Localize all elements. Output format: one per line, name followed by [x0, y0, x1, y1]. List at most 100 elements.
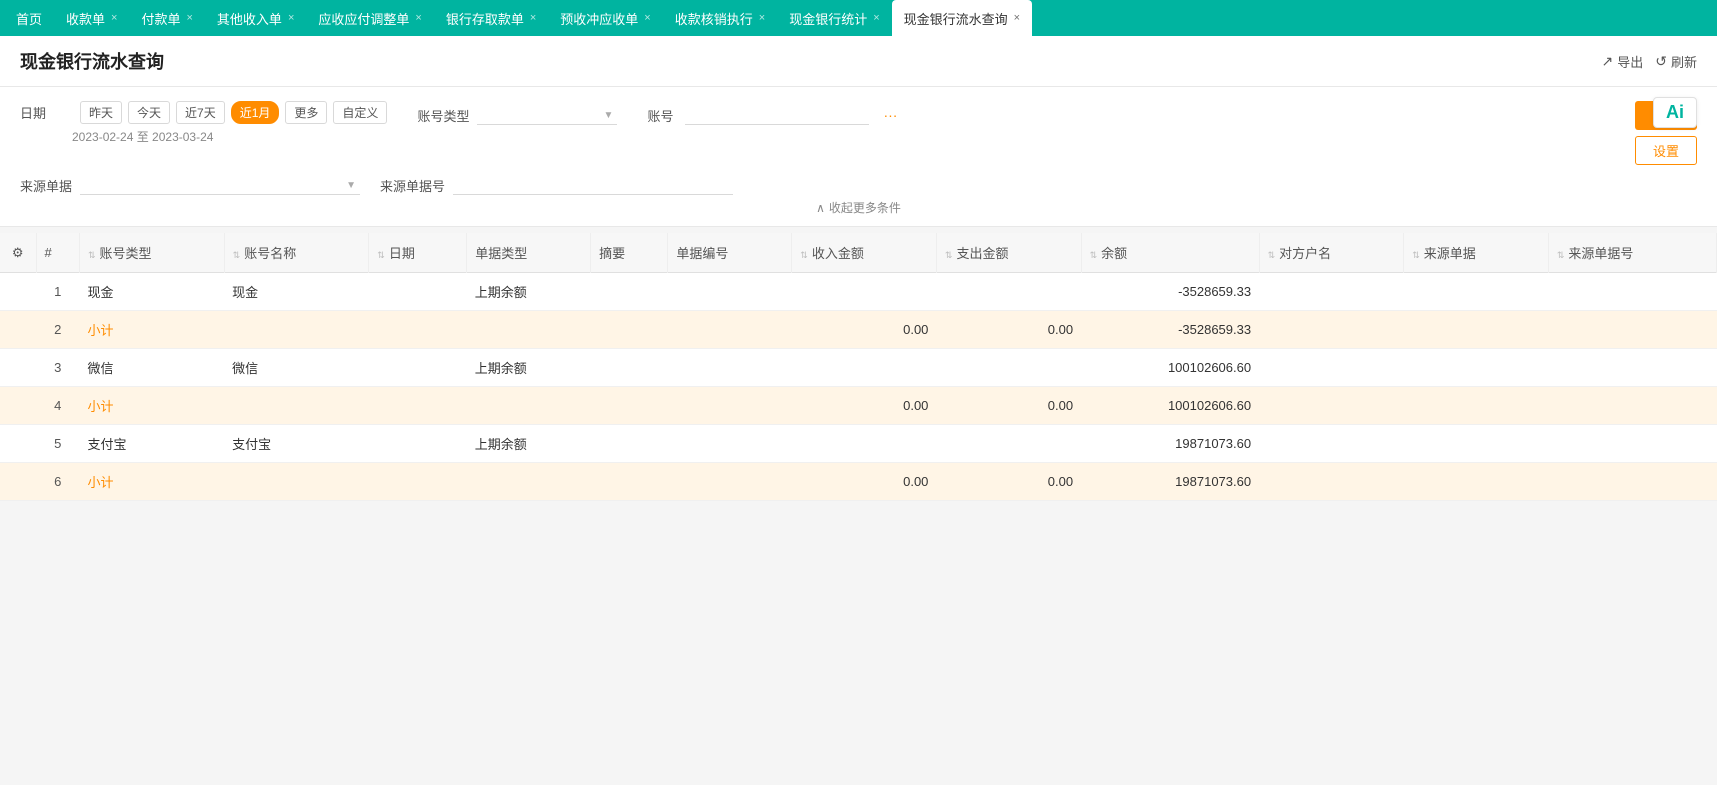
nav-tab[interactable]: 收款单×: [54, 0, 129, 36]
account-filter: 账号 ···: [647, 105, 903, 125]
table-col-account_type[interactable]: ⇅账号类型: [80, 233, 225, 273]
nav-tab[interactable]: 银行存取款单×: [434, 0, 548, 36]
export-button[interactable]: ↗ 导出: [1602, 52, 1644, 71]
cell-income: 0.00: [792, 387, 937, 425]
close-icon[interactable]: ×: [530, 12, 536, 24]
nav-home[interactable]: 首页: [4, 9, 54, 28]
date-filter: 日期 昨天今天近7天近1月更多自定义 2023-02-24 至 2023-03-…: [20, 101, 387, 145]
cell-expense: [936, 425, 1081, 463]
date-option-btn[interactable]: 更多: [285, 101, 327, 124]
table-col-source_doc_no[interactable]: ⇅来源单据号: [1548, 233, 1716, 273]
cell-account_name: [224, 463, 369, 501]
source-doc-select[interactable]: [80, 175, 360, 195]
nav-tab[interactable]: 现金银行流水查询×: [892, 0, 1032, 36]
refresh-button[interactable]: ↺ 刷新: [1655, 52, 1697, 71]
account-ellipsis-button[interactable]: ···: [877, 107, 903, 123]
filter-area: 日期 昨天今天近7天近1月更多自定义 2023-02-24 至 2023-03-…: [0, 87, 1717, 227]
nav-tab[interactable]: 现金银行统计×: [777, 0, 891, 36]
cell-source_doc: [1404, 311, 1549, 349]
date-option-btn[interactable]: 今天: [128, 101, 170, 124]
cell-source_doc_no: [1548, 387, 1716, 425]
source-doc-num-filter: 来源单据号: [380, 175, 733, 195]
table-row: 4小计0.000.00100102606.60: [0, 387, 1717, 425]
close-icon[interactable]: ×: [415, 12, 421, 24]
cell-source_doc: [1404, 349, 1549, 387]
gear-icon[interactable]: ⚙: [12, 245, 24, 260]
nav-tab[interactable]: 其他收入单×: [205, 0, 306, 36]
collapse-label: 收起更多条件: [829, 199, 901, 216]
table-col-summary: 摘要: [591, 233, 668, 273]
close-icon[interactable]: ×: [288, 12, 294, 24]
cell-balance: -3528659.33: [1081, 311, 1259, 349]
collapse-bar[interactable]: ∧ 收起更多条件: [20, 195, 1697, 216]
table-col-counterpart[interactable]: ⇅对方户名: [1259, 233, 1404, 273]
cell-account_name: [224, 311, 369, 349]
nav-tab[interactable]: 付款单×: [129, 0, 204, 36]
table-col-expense[interactable]: ⇅支出金额: [936, 233, 1081, 273]
cell-expense: [936, 273, 1081, 311]
date-option-btn[interactable]: 近7天: [176, 101, 225, 124]
top-nav: 首页 收款单×付款单×其他收入单×应收应付调整单×银行存取款单×预收冲应收单×收…: [0, 0, 1717, 36]
sort-icon: ⇅: [1090, 250, 1098, 260]
table-col-balance[interactable]: ⇅余额: [1081, 233, 1259, 273]
date-label: 日期: [20, 103, 60, 122]
collapse-up-icon: ∧: [816, 201, 825, 215]
table-col-source_doc[interactable]: ⇅来源单据: [1404, 233, 1549, 273]
date-option-btn[interactable]: 自定义: [333, 101, 387, 124]
cell-income: [792, 349, 937, 387]
cell-counterpart: [1259, 349, 1404, 387]
cell-summary: [591, 349, 668, 387]
close-icon[interactable]: ×: [644, 12, 650, 24]
close-icon[interactable]: ×: [759, 12, 765, 24]
account-type-select-wrapper: ▼: [477, 105, 617, 125]
table-col-income[interactable]: ⇅收入金额: [792, 233, 937, 273]
settings-button[interactable]: 设置: [1635, 136, 1697, 165]
cell-balance: 100102606.60: [1081, 349, 1259, 387]
nav-tabs: 收款单×付款单×其他收入单×应收应付调整单×银行存取款单×预收冲应收单×收款核销…: [54, 0, 1032, 36]
cell-date: [369, 273, 467, 311]
export-icon: ↗: [1602, 53, 1614, 70]
sort-icon: ⇅: [945, 250, 953, 260]
account-type-select[interactable]: [477, 105, 617, 125]
close-icon[interactable]: ×: [111, 12, 117, 24]
cell-date: [369, 425, 467, 463]
cell-account_name: [224, 387, 369, 425]
close-icon[interactable]: ×: [873, 12, 879, 24]
nav-tab[interactable]: 应收应付调整单×: [306, 0, 433, 36]
account-input[interactable]: [685, 105, 869, 125]
cell-source_doc_no: [1548, 425, 1716, 463]
cell-summary: [591, 425, 668, 463]
cell-expense: 0.00: [936, 387, 1081, 425]
cell-source_doc: [1404, 463, 1549, 501]
date-option-btn[interactable]: 近1月: [231, 101, 280, 124]
cell-income: [792, 273, 937, 311]
cell-account_name: 支付宝: [224, 425, 369, 463]
table-col-num: #: [36, 233, 80, 273]
source-doc-num-input[interactable]: [453, 175, 733, 195]
cell-account_type: 微信: [80, 349, 225, 387]
table-row: 3微信微信上期余额100102606.60: [0, 349, 1717, 387]
sort-icon: ⇅: [800, 250, 808, 260]
table-col-date[interactable]: ⇅日期: [369, 233, 467, 273]
cell-source_doc: [1404, 387, 1549, 425]
ai-badge: Ai: [1653, 97, 1697, 128]
cell-num: 1: [36, 273, 80, 311]
close-icon[interactable]: ×: [186, 12, 192, 24]
cell-source_doc_no: [1548, 273, 1716, 311]
cell-income: [792, 425, 937, 463]
date-option-btn[interactable]: 昨天: [80, 101, 122, 124]
cell-date: [369, 463, 467, 501]
nav-tab[interactable]: 预收冲应收单×: [548, 0, 662, 36]
cell-doc_no: [668, 387, 792, 425]
cell-summary: [591, 311, 668, 349]
cell-income: 0.00: [792, 463, 937, 501]
table-col-account_name[interactable]: ⇅账号名称: [224, 233, 369, 273]
close-icon[interactable]: ×: [1014, 12, 1020, 24]
cell-doc_type: 上期余额: [467, 349, 591, 387]
cell-date: [369, 349, 467, 387]
nav-tab[interactable]: 收款核销执行×: [663, 0, 777, 36]
cell-doc_type: [467, 311, 591, 349]
table-row: 6小计0.000.0019871073.60: [0, 463, 1717, 501]
cell-expense: 0.00: [936, 463, 1081, 501]
cell-doc_no: [668, 463, 792, 501]
